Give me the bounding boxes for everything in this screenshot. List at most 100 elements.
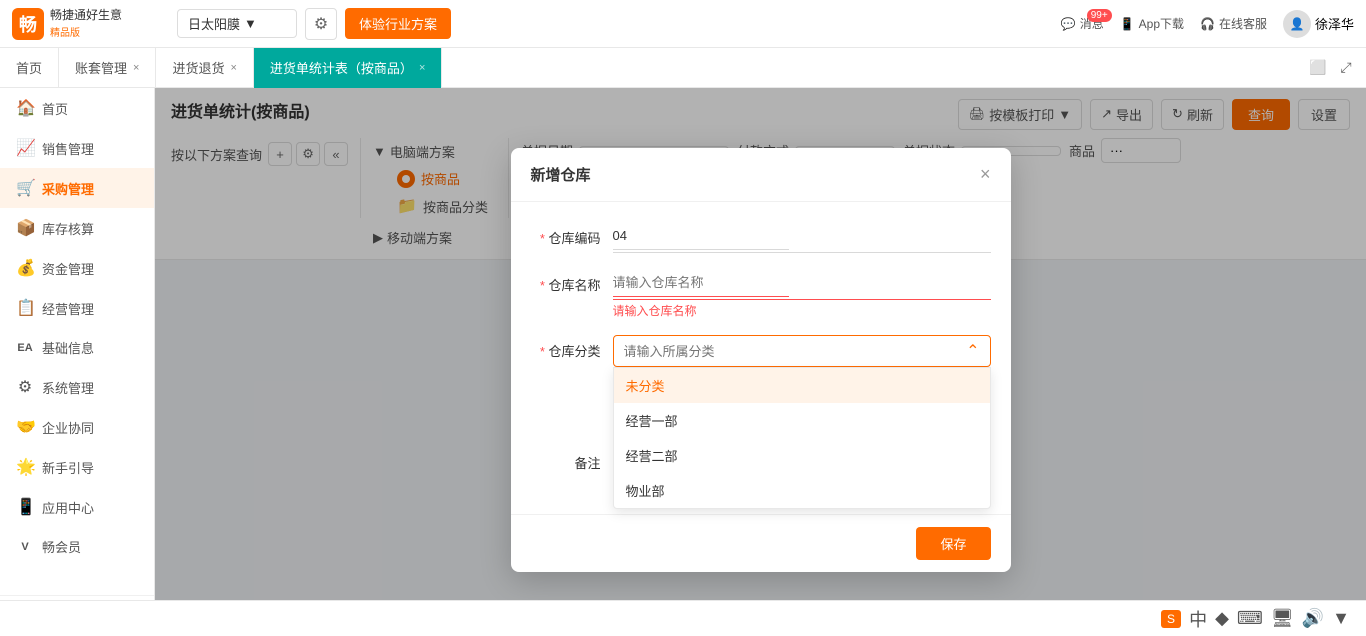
tab-account-label: 账套管理 — [75, 58, 127, 77]
logo-text: 畅捷通好生意 — [50, 8, 122, 24]
basic-info-icon: EA — [16, 342, 34, 354]
sidebar-item-home[interactable]: 🏠 首页 — [0, 88, 154, 128]
inventory-icon: 📦 — [16, 218, 34, 238]
dropdown-item-unclassified[interactable]: 未分类 — [614, 368, 990, 403]
add-warehouse-dialog: 新增仓库 × 仓库编码 仓库名称 — [511, 148, 1011, 572]
code-input[interactable] — [613, 222, 789, 250]
sidebar-member-label: 畅会员 — [42, 537, 81, 556]
sidebar-item-guide[interactable]: 🌟 新手引导 — [0, 447, 154, 487]
gear-button[interactable]: ⚙ — [305, 8, 337, 40]
sidebar-item-purchase[interactable]: 🛒 采购管理 — [0, 168, 154, 208]
sidebar-item-finance[interactable]: 💰 资金管理 — [0, 248, 154, 288]
remark-label: 备注 — [531, 447, 601, 472]
tab-home[interactable]: 首页 — [0, 48, 59, 88]
dropdown-item-dept3[interactable]: 物业部 — [614, 473, 990, 508]
top-bar: 畅 畅捷通好生意 精品版 日太阳膜 ▼ ⚙ 体验行业方案 💬 消息 99+ 📱 … — [0, 0, 1366, 48]
sidebar-enterprise-label: 企业协同 — [42, 418, 94, 437]
sidebar-sales-label: 销售管理 — [42, 139, 94, 158]
sidebar-item-sales[interactable]: 📈 销售管理 — [0, 128, 154, 168]
system-icon: ⚙ — [16, 377, 34, 397]
tab-return-label: 进货退货 — [172, 58, 224, 77]
tab-return-close[interactable]: × — [230, 62, 236, 74]
user-avatar-area[interactable]: 👤 徐泽华 — [1283, 10, 1354, 38]
tab-purchase-stat-label: 进货单统计表（按商品） — [270, 58, 413, 77]
logo-sub: 精品版 — [50, 24, 122, 39]
sidebar-guide-label: 新手引导 — [42, 458, 94, 477]
bottom-icons: S 中 ◆ ⌨ 🖥 🔊 ▼ — [1161, 606, 1350, 632]
modal-overlay: 新增仓库 × 仓库编码 仓库名称 — [155, 88, 1366, 636]
sidebar-purchase-label: 采购管理 — [42, 179, 94, 198]
name-input[interactable] — [613, 269, 789, 297]
bottom-monitor-icon[interactable]: 🖥 — [1271, 608, 1294, 629]
category-field-row: 仓库分类 ⌃ 未分类 经营一部 经营二部 物业部 — [531, 335, 991, 367]
category-field: ⌃ 未分类 经营一部 经营二部 物业部 — [613, 335, 991, 367]
code-field — [613, 222, 991, 253]
guide-icon: 🌟 — [16, 457, 34, 477]
user-name: 徐泽华 — [1315, 14, 1354, 33]
service-item[interactable]: 🎧 在线客服 — [1200, 15, 1267, 32]
sidebar-basic-info-label: 基础信息 — [42, 338, 94, 357]
operations-icon: 📋 — [16, 298, 34, 318]
tab-account[interactable]: 账套管理 × — [59, 48, 156, 88]
bottom-keyboard-icon[interactable]: ⌨ — [1237, 608, 1263, 629]
sidebar-finance-label: 资金管理 — [42, 259, 94, 278]
top-right-area: 💬 消息 99+ 📱 App下载 🎧 在线客服 👤 徐泽华 — [1061, 10, 1354, 38]
message-icon: 💬 — [1061, 17, 1076, 31]
sales-icon: 📈 — [16, 138, 34, 158]
sidebar: 🏠 首页 📈 销售管理 🛒 采购管理 📦 库存核算 💰 资金管理 📋 经营管理 … — [0, 88, 155, 636]
home-icon: 🏠 — [16, 98, 34, 118]
category-dropdown: 未分类 经营一部 经营二部 物业部 — [613, 367, 991, 509]
dropdown-item-dept1[interactable]: 经营一部 — [614, 403, 990, 438]
tab-purchase-stat-close[interactable]: × — [419, 62, 425, 74]
tab-expand-icon[interactable]: ⤢ — [1334, 56, 1358, 80]
dialog-title: 新增仓库 — [531, 164, 591, 185]
bottom-chinese-icon[interactable]: 中 — [1189, 606, 1207, 632]
dropdown-item-dept2[interactable]: 经营二部 — [614, 438, 990, 473]
tab-actions: ⬜ ⤢ — [1298, 56, 1366, 80]
bottom-bar: S 中 ◆ ⌨ 🖥 🔊 ▼ — [0, 600, 1366, 636]
content-area: 进货单统计(按商品) 🖨 按模板打印 ▼ ↗ 导出 ↻ 刷新 查询 设置 — [155, 88, 1366, 636]
bottom-s-icon[interactable]: S — [1161, 610, 1181, 628]
save-button[interactable]: 保存 — [916, 527, 990, 560]
bottom-volume-icon[interactable]: 🔊 — [1302, 608, 1324, 629]
enterprise-icon: 🤝 — [16, 417, 34, 437]
name-field: 请输入仓库名称 — [613, 269, 991, 319]
avatar: 👤 — [1283, 10, 1311, 38]
store-selector[interactable]: 日太阳膜 ▼ — [177, 9, 297, 38]
dialog-body: 仓库编码 仓库名称 请输入仓库名称 — [511, 202, 1011, 514]
category-chevron-icon[interactable]: ⌃ — [966, 341, 979, 361]
member-icon: V — [16, 541, 34, 553]
message-badge: 99+ — [1087, 9, 1112, 22]
sidebar-item-inventory[interactable]: 📦 库存核算 — [0, 208, 154, 248]
sidebar-item-apps[interactable]: 📱 应用中心 — [0, 487, 154, 527]
tab-purchase-stat[interactable]: 进货单统计表（按商品） × — [254, 48, 442, 88]
sidebar-item-system[interactable]: ⚙ 系统管理 — [0, 367, 154, 407]
sidebar-inventory-label: 库存核算 — [42, 219, 94, 238]
bottom-chevron-icon[interactable]: ▼ — [1332, 608, 1350, 629]
bottom-diamond-icon[interactable]: ◆ — [1215, 608, 1229, 629]
sidebar-item-basic-info[interactable]: EA 基础信息 — [0, 328, 154, 367]
store-name: 日太阳膜 — [188, 14, 240, 33]
sidebar-item-enterprise[interactable]: 🤝 企业协同 — [0, 407, 154, 447]
sidebar-item-operations[interactable]: 📋 经营管理 — [0, 288, 154, 328]
purchase-icon: 🛒 — [16, 178, 34, 198]
sidebar-system-label: 系统管理 — [42, 378, 94, 397]
tab-bar: 首页 账套管理 × 进货退货 × 进货单统计表（按商品） × ⬜ ⤢ — [0, 48, 1366, 88]
sidebar-item-member[interactable]: V 畅会员 — [0, 527, 154, 566]
name-field-row: 仓库名称 请输入仓库名称 — [531, 269, 991, 319]
category-input[interactable] — [624, 344, 967, 359]
tab-return[interactable]: 进货退货 × — [156, 48, 253, 88]
message-icon-item[interactable]: 💬 消息 99+ — [1061, 15, 1104, 32]
tab-restore-icon[interactable]: ⬜ — [1306, 56, 1330, 80]
trial-button[interactable]: 体验行业方案 — [345, 8, 451, 39]
tab-account-close[interactable]: × — [133, 62, 139, 74]
sidebar-home-label: 首页 — [42, 99, 68, 118]
app-download-item[interactable]: 📱 App下载 — [1120, 15, 1184, 32]
service-label: 在线客服 — [1219, 15, 1267, 32]
app-label: App下载 — [1139, 15, 1184, 32]
name-label: 仓库名称 — [531, 269, 601, 294]
chevron-down-icon: ▼ — [244, 16, 257, 31]
category-input-wrap[interactable]: ⌃ — [613, 335, 991, 367]
tab-home-label: 首页 — [16, 58, 42, 77]
dialog-close-button[interactable]: × — [980, 164, 991, 185]
